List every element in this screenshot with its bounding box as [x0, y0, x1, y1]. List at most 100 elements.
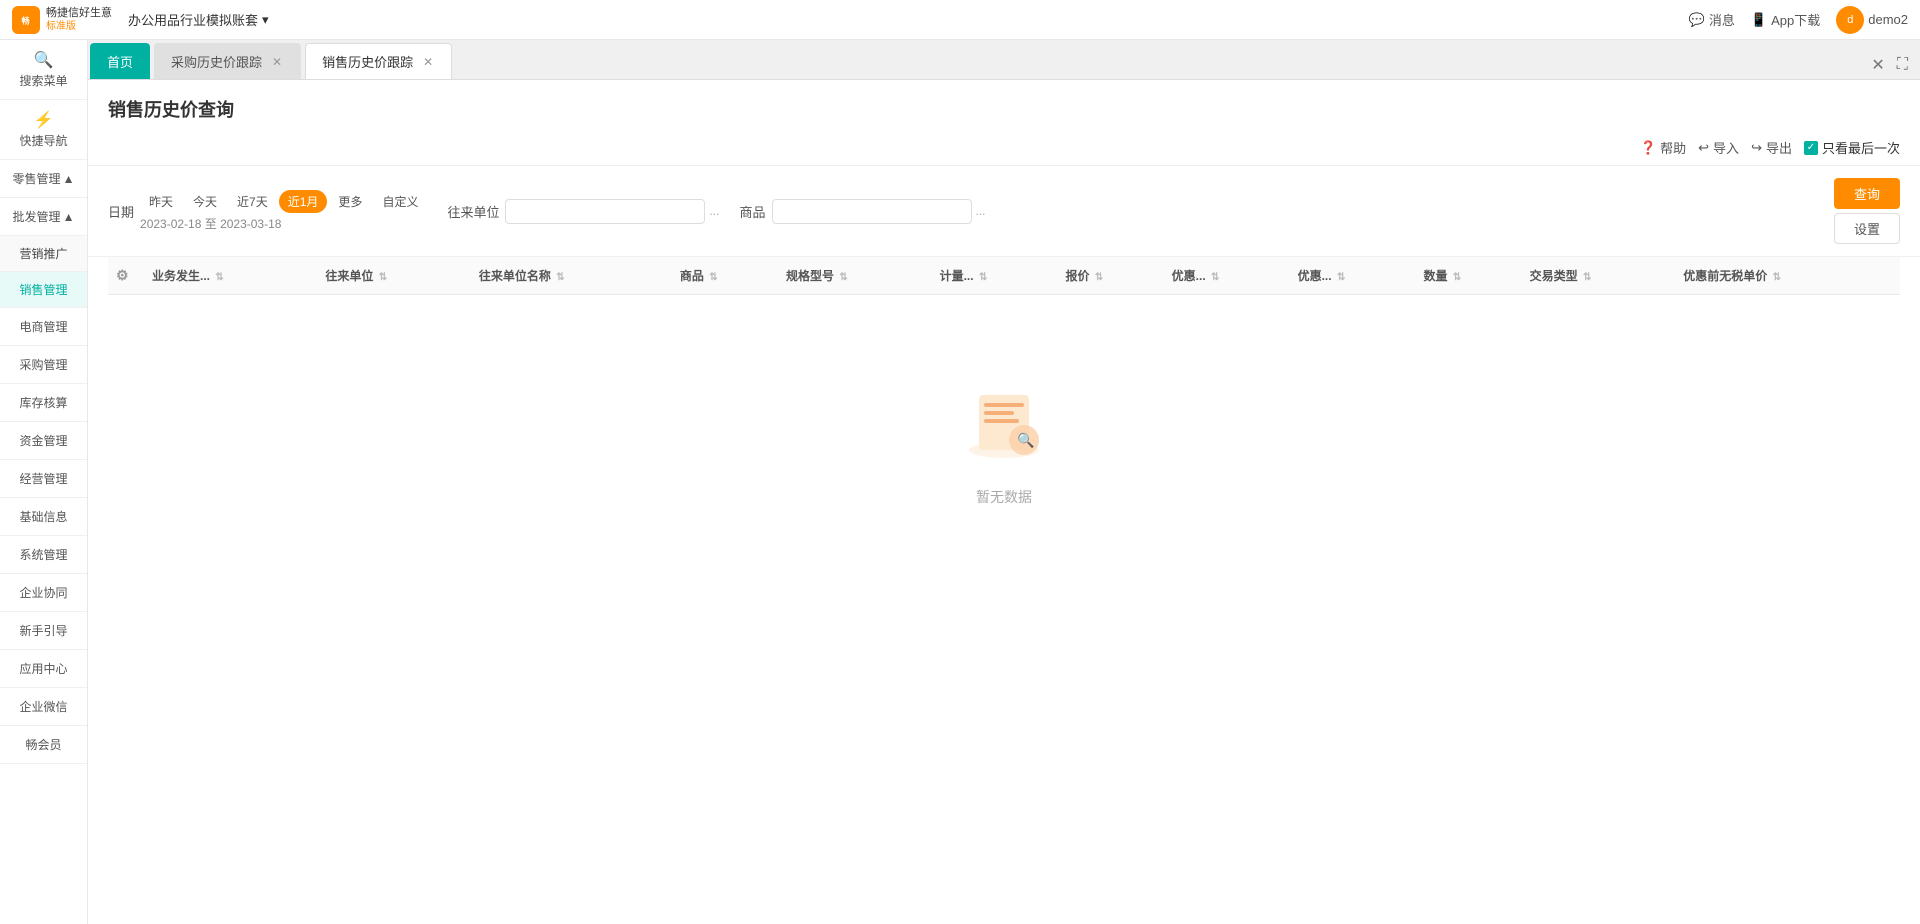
sidebar-sub-wholesale: 营销推广 销售管理: [0, 236, 87, 308]
date-btn-yesterday[interactable]: 昨天: [140, 190, 182, 213]
sort-icon-unit: ⇅: [979, 272, 987, 283]
col-spec[interactable]: 规格型号 ⇅: [778, 257, 932, 295]
tab-bar: 首页 采购历史价跟踪 ✕ 销售历史价跟踪 ✕ ✕ ⛶: [88, 40, 1920, 80]
date-btn-1month[interactable]: 近1月: [279, 190, 328, 213]
date-buttons: 昨天 今天 近7天 近1月 更多 自定义: [140, 190, 427, 213]
tab-home[interactable]: 首页: [90, 43, 150, 79]
sidebar-item-wholesale[interactable]: 批发管理 ▲: [0, 198, 87, 236]
empty-text: 暂无数据: [976, 487, 1032, 507]
date-btn-today[interactable]: 今天: [184, 190, 226, 213]
tab-close-sales[interactable]: ✕: [421, 53, 435, 71]
settings-button[interactable]: 设置: [1834, 213, 1900, 244]
last-only-checkbox-label[interactable]: ✓ 只看最后一次: [1804, 138, 1900, 157]
partner-label: 往来单位: [447, 202, 499, 221]
date-filter-col: 昨天 今天 近7天 近1月 更多 自定义 2023-02-18 至 2023-0…: [140, 190, 427, 232]
tab-controls: ✕ ⛶: [1867, 51, 1920, 79]
app-download-button[interactable]: 📱 App下载: [1751, 10, 1820, 29]
checkbox-ticked-icon: ✓: [1804, 141, 1818, 155]
product-dots[interactable]: ...: [976, 204, 986, 218]
product-input-group: ...: [772, 199, 986, 224]
sort-icon-spec: ⇅: [839, 272, 847, 283]
table-header-row: ⚙ 业务发生... ⇅ 往来单位 ⇅ 往来单位名称: [108, 257, 1900, 295]
table-settings-icon[interactable]: ⚙: [116, 267, 129, 283]
sidebar-item-ecommerce[interactable]: 电商管理: [0, 308, 87, 346]
toolbar: ❓ 帮助 ↩ 导入 ↪ 导出 ✓ 只看最后一次: [88, 130, 1920, 166]
tab-purchase-history[interactable]: 采购历史价跟踪 ✕: [154, 43, 301, 79]
col-discount1[interactable]: 优惠... ⇅: [1164, 257, 1290, 295]
filter-bar: 日期 昨天 今天 近7天 近1月 更多 自定义 2023-02-18 至 202…: [88, 166, 1920, 257]
sort-icon-pretax-price: ⇅: [1773, 272, 1781, 283]
export-icon: ↪: [1751, 140, 1762, 156]
logo-icon: 畅: [12, 6, 40, 34]
help-button[interactable]: ❓ 帮助: [1640, 138, 1686, 157]
col-settings: ⚙: [108, 257, 144, 295]
sidebar-item-marketing[interactable]: 营销推广: [0, 236, 87, 272]
sidebar-item-guide[interactable]: 新手引导: [0, 612, 87, 650]
app-selector[interactable]: 办公用品行业模拟账套 ▾: [120, 6, 277, 33]
topbar-left: 畅 畅捷信好生意 标准版 办公用品行业模拟账套 ▾: [12, 6, 277, 34]
partner-input[interactable]: [505, 199, 705, 224]
sidebar-item-operation[interactable]: 经营管理: [0, 460, 87, 498]
col-partner-name[interactable]: 往来单位名称 ⇅: [471, 257, 672, 295]
sidebar-item-search[interactable]: 🔍 搜索菜单: [0, 40, 87, 100]
tab-sales-history[interactable]: 销售历史价跟踪 ✕: [305, 43, 452, 79]
arrow-icon: ▲: [63, 172, 75, 186]
arrow-icon-2: ▲: [63, 210, 75, 224]
sort-icon-biz-date: ⇅: [215, 272, 223, 283]
sidebar-item-member[interactable]: 畅会员: [0, 726, 87, 764]
page-content: 销售历史价查询 ❓ 帮助 ↩ 导入 ↪ 导出 ✓ 只看最后一次: [88, 80, 1920, 924]
partner-filter-group: 往来单位 ...: [447, 199, 719, 224]
sidebar-item-appstore[interactable]: 应用中心: [0, 650, 87, 688]
avatar: d: [1836, 6, 1864, 34]
sidebar-item-wechat[interactable]: 企业微信: [0, 688, 87, 726]
logo-area: 畅 畅捷信好生意 标准版: [12, 6, 112, 34]
date-btn-7days[interactable]: 近7天: [228, 190, 277, 213]
partner-dots[interactable]: ...: [709, 204, 719, 218]
message-button[interactable]: 💬 消息: [1689, 10, 1735, 29]
col-partner-code[interactable]: 往来单位 ⇅: [317, 257, 471, 295]
sidebar-item-finance[interactable]: 资金管理: [0, 422, 87, 460]
sidebar-item-sales[interactable]: 销售管理: [0, 272, 87, 308]
sidebar-item-purchase[interactable]: 采购管理: [0, 346, 87, 384]
close-window-icon[interactable]: ✕: [1867, 51, 1888, 79]
sidebar-item-inventory[interactable]: 库存核算: [0, 384, 87, 422]
empty-state-icon: 🔍: [954, 375, 1054, 475]
col-unit[interactable]: 计量... ⇅: [932, 257, 1058, 295]
sort-icon-price: ⇅: [1095, 272, 1103, 283]
sort-icon-trade-type: ⇅: [1583, 272, 1591, 283]
sidebar-item-system[interactable]: 系统管理: [0, 536, 87, 574]
search-button[interactable]: 查询: [1834, 178, 1900, 209]
col-biz-date[interactable]: 业务发生... ⇅: [144, 257, 317, 295]
col-trade-type[interactable]: 交易类型 ⇅: [1522, 257, 1676, 295]
date-btn-more[interactable]: 更多: [329, 190, 371, 213]
sidebar-item-cooperation[interactable]: 企业协同: [0, 574, 87, 612]
col-price[interactable]: 报价 ⇅: [1058, 257, 1164, 295]
sidebar-item-basic[interactable]: 基础信息: [0, 498, 87, 536]
maximize-icon[interactable]: ⛶: [1893, 52, 1912, 78]
col-pretax-price[interactable]: 优惠前无税单价 ⇅: [1675, 257, 1900, 295]
svg-text:畅: 畅: [22, 15, 30, 25]
product-input[interactable]: [772, 199, 972, 224]
date-filter-group: 日期 昨天 今天 近7天 近1月 更多 自定义 2023-02-18 至 202…: [108, 190, 427, 232]
col-product[interactable]: 商品 ⇅: [672, 257, 778, 295]
content-area: 首页 采购历史价跟踪 ✕ 销售历史价跟踪 ✕ ✕ ⛶ 销售历史价查询: [88, 40, 1920, 924]
sidebar: 🔍 搜索菜单 ⚡ 快捷导航 零售管理 ▲ 批发管理 ▲ 营销推广 销售管理: [0, 40, 88, 924]
sort-icon-qty: ⇅: [1453, 272, 1461, 283]
sidebar-item-retail[interactable]: 零售管理 ▲: [0, 160, 87, 198]
action-buttons: 查询 设置: [1834, 178, 1900, 244]
sort-icon-product: ⇅: [709, 272, 717, 283]
table-header: ⚙ 业务发生... ⇅ 往来单位 ⇅ 往来单位名称: [108, 257, 1900, 295]
quicknav-icon: ⚡: [4, 110, 83, 130]
main-layout: 🔍 搜索菜单 ⚡ 快捷导航 零售管理 ▲ 批发管理 ▲ 营销推广 销售管理: [0, 40, 1920, 924]
user-profile[interactable]: d demo2: [1836, 6, 1908, 34]
tab-close-purchase[interactable]: ✕: [270, 53, 284, 71]
topbar: 畅 畅捷信好生意 标准版 办公用品行业模拟账套 ▾ 💬 消息 📱 App下载 d…: [0, 0, 1920, 40]
page-header: 销售历史价查询: [88, 80, 1920, 130]
date-btn-custom[interactable]: 自定义: [373, 190, 427, 213]
import-button[interactable]: ↩ 导入: [1698, 138, 1739, 157]
logo-text: 畅捷信好生意 标准版: [46, 6, 112, 33]
col-qty[interactable]: 数量 ⇅: [1416, 257, 1522, 295]
sidebar-item-quicknav[interactable]: ⚡ 快捷导航: [0, 100, 87, 160]
col-discount2[interactable]: 优惠... ⇅: [1290, 257, 1416, 295]
export-button[interactable]: ↪ 导出: [1751, 138, 1792, 157]
